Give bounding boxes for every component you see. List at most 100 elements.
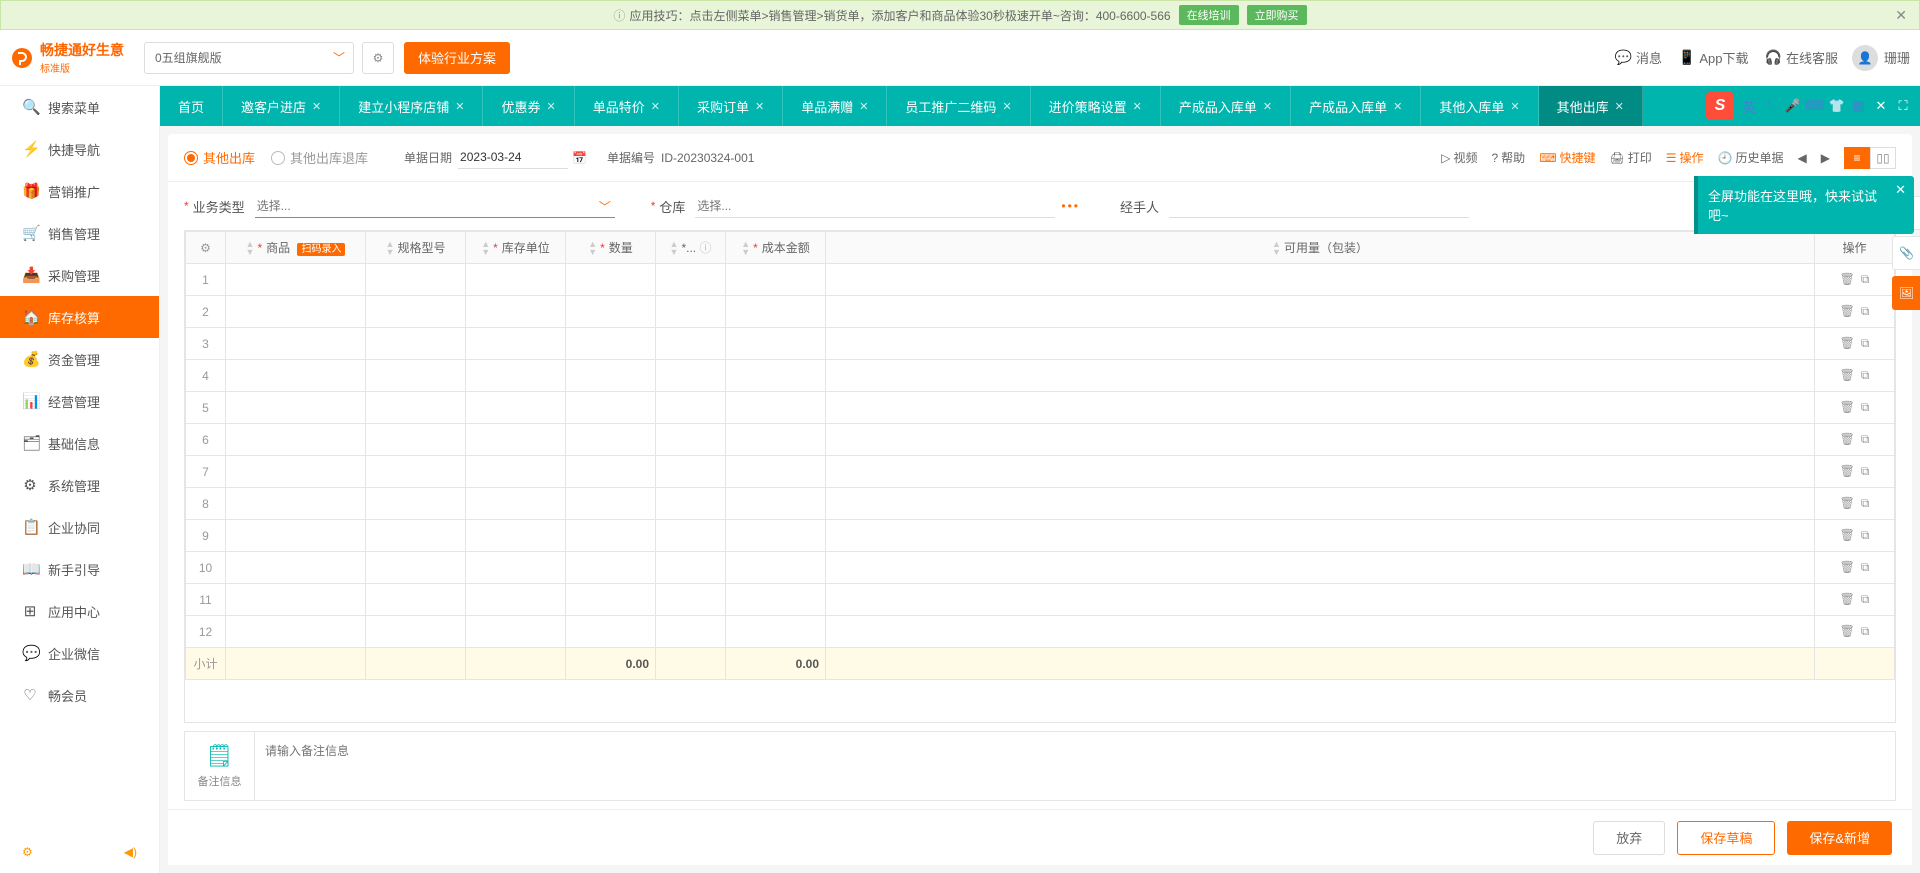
sidebar-item-8[interactable]: 🗂基础信息: [0, 422, 159, 464]
buy-now-button[interactable]: 立即购买: [1247, 5, 1307, 25]
sidebar-item-14[interactable]: ♡畅会员: [0, 674, 159, 716]
close-icon[interactable]: ✕: [1615, 100, 1624, 113]
table-row[interactable]: 10🗑⧉: [186, 552, 1895, 584]
table-row[interactable]: 12🗑⧉: [186, 616, 1895, 648]
tab-10[interactable]: 产成品入库单✕: [1291, 86, 1421, 126]
ime-logo-icon[interactable]: S: [1706, 92, 1734, 120]
close-icon[interactable]: ✕: [1263, 100, 1272, 113]
tab-2[interactable]: 建立小程序店铺✕: [340, 86, 483, 126]
ime-mic-icon[interactable]: 🎤: [1782, 95, 1804, 117]
hotkey-link[interactable]: ⌨快捷键: [1539, 149, 1595, 166]
warehouse-browse-icon[interactable]: •••: [1061, 199, 1080, 213]
copy-row-icon[interactable]: ⧉: [1861, 592, 1870, 606]
help-link[interactable]: ?帮助: [1491, 149, 1525, 166]
col-spec[interactable]: ▲▼规格型号: [366, 232, 466, 264]
tip-close-icon[interactable]: ✕: [1895, 7, 1907, 24]
messages-link[interactable]: 💬消息: [1615, 48, 1662, 67]
chevron-down-icon[interactable]: ﹀: [599, 198, 611, 215]
operate-link[interactable]: ☰操作: [1666, 149, 1704, 166]
gear-icon[interactable]: ⚙: [22, 845, 33, 859]
scan-tag[interactable]: 扫码录入: [297, 243, 345, 256]
sidebar-item-13[interactable]: 💬企业微信: [0, 632, 159, 674]
info-icon[interactable]: ⓘ: [699, 241, 711, 255]
copy-row-icon[interactable]: ⧉: [1861, 304, 1870, 318]
col-settings[interactable]: ⚙: [186, 232, 226, 264]
delete-row-icon[interactable]: 🗑: [1840, 336, 1855, 350]
radio-other-out-return[interactable]: 其他出库退库: [271, 148, 368, 167]
rail-image-icon[interactable]: 🖼: [1892, 276, 1920, 310]
app-download-link[interactable]: 📱App下载: [1678, 48, 1749, 67]
close-icon[interactable]: ✕: [312, 100, 321, 113]
collapse-icon[interactable]: ◀): [124, 845, 137, 859]
sidebar-item-5[interactable]: 🏠库存核算: [0, 296, 159, 338]
prev-doc-button[interactable]: ◀: [1798, 151, 1807, 165]
copy-row-icon[interactable]: ⧉: [1861, 368, 1870, 382]
delete-row-icon[interactable]: 🗑: [1840, 368, 1855, 382]
col-available[interactable]: ▲▼可用量（包装）: [826, 232, 1815, 264]
avatar[interactable]: 👤: [1852, 45, 1878, 71]
table-row[interactable]: 3🗑⧉: [186, 328, 1895, 360]
warehouse-select[interactable]: [695, 195, 1055, 218]
table-row[interactable]: 5🗑⧉: [186, 392, 1895, 424]
sidebar-item-2[interactable]: 🎁营销推广: [0, 170, 159, 212]
table-row[interactable]: 1🗑⧉: [186, 264, 1895, 296]
tooltip-close-icon[interactable]: ✕: [1895, 182, 1906, 198]
col-unit[interactable]: ▲▼*库存单位: [466, 232, 566, 264]
save-draft-button[interactable]: 保存草稿: [1677, 821, 1775, 855]
ime-keyboard-icon[interactable]: ⌨: [1804, 95, 1826, 117]
close-icon[interactable]: ✕: [1002, 100, 1011, 113]
close-icon[interactable]: ✕: [859, 100, 868, 113]
close-icon[interactable]: ✕: [1133, 100, 1142, 113]
online-training-button[interactable]: 在线培训: [1179, 5, 1239, 25]
copy-row-icon[interactable]: ⧉: [1861, 496, 1870, 510]
copy-row-icon[interactable]: ⧉: [1861, 624, 1870, 638]
col-goods[interactable]: ▲▼*商品 扫码录入: [226, 232, 366, 264]
date-input[interactable]: [458, 146, 568, 169]
close-icon[interactable]: ✕: [651, 100, 660, 113]
fullscreen-icon[interactable]: ⛶: [1892, 95, 1914, 117]
tab-11[interactable]: 其他入库单✕: [1421, 86, 1538, 126]
biztype-select[interactable]: [255, 195, 615, 218]
delete-row-icon[interactable]: 🗑: [1840, 304, 1855, 318]
copy-row-icon[interactable]: ⧉: [1861, 272, 1870, 286]
tab-9[interactable]: 产成品入库单✕: [1161, 86, 1291, 126]
support-link[interactable]: 🎧在线客服: [1765, 48, 1838, 67]
ime-punct-icon[interactable]: '·: [1760, 95, 1782, 117]
delete-row-icon[interactable]: 🗑: [1840, 272, 1855, 286]
close-icon[interactable]: ✕: [1510, 100, 1519, 113]
next-doc-button[interactable]: ▶: [1821, 151, 1830, 165]
table-row[interactable]: 6🗑⧉: [186, 424, 1895, 456]
tab-3[interactable]: 优惠券✕: [483, 86, 574, 126]
sidebar-item-3[interactable]: 🛒销售管理: [0, 212, 159, 254]
sidebar-item-12[interactable]: ⊞应用中心: [0, 590, 159, 632]
org-selector[interactable]: 0五组旗舰版 ﹀: [144, 42, 354, 74]
calendar-icon[interactable]: 📅: [572, 151, 587, 165]
close-icon[interactable]: ✕: [547, 100, 556, 113]
table-row[interactable]: 2🗑⧉: [186, 296, 1895, 328]
print-link[interactable]: 🖨打印: [1610, 149, 1652, 166]
sidebar-item-6[interactable]: 💰资金管理: [0, 338, 159, 380]
tab-6[interactable]: 单品满赠✕: [783, 86, 887, 126]
copy-row-icon[interactable]: ⧉: [1861, 528, 1870, 542]
close-icon[interactable]: ✕: [755, 100, 764, 113]
delete-row-icon[interactable]: 🗑: [1840, 464, 1855, 478]
view-card-button[interactable]: ▯▯: [1870, 147, 1896, 169]
col-cost-amount[interactable]: ▲▼*成本金额: [726, 232, 826, 264]
sidebar-item-11[interactable]: 📖新手引导: [0, 548, 159, 590]
radio-other-out[interactable]: 其他出库: [184, 148, 255, 167]
col-qty[interactable]: ▲▼*数量: [566, 232, 656, 264]
tab-5[interactable]: 采购订单✕: [679, 86, 783, 126]
close-icon[interactable]: ✕: [1393, 100, 1402, 113]
table-row[interactable]: 7🗑⧉: [186, 456, 1895, 488]
try-industry-button[interactable]: 体验行业方案: [404, 42, 510, 74]
tab-4[interactable]: 单品特价✕: [575, 86, 679, 126]
tab-1[interactable]: 邀客户进店✕: [223, 86, 340, 126]
delete-row-icon[interactable]: 🗑: [1840, 496, 1855, 510]
rail-attach-icon[interactable]: 📎: [1892, 236, 1920, 270]
ime-skin-icon[interactable]: 👕: [1826, 95, 1848, 117]
ime-lang-button[interactable]: 英: [1738, 95, 1760, 117]
copy-row-icon[interactable]: ⧉: [1861, 336, 1870, 350]
save-new-button[interactable]: 保存&新增: [1787, 821, 1892, 855]
discard-button[interactable]: 放弃: [1593, 821, 1665, 855]
sidebar-item-7[interactable]: 📊经营管理: [0, 380, 159, 422]
